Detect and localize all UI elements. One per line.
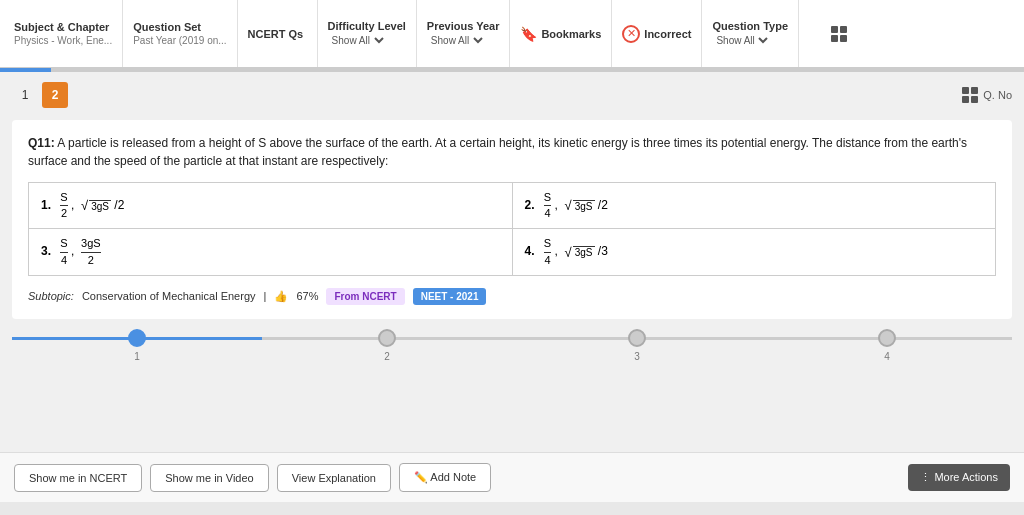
subject-chapter-item[interactable]: Subject & Chapter Physics - Work, Ene...: [4, 0, 123, 67]
view-explanation-button[interactable]: View Explanation: [277, 464, 391, 492]
progress-dot-1: [128, 329, 146, 347]
svg-rect-4: [962, 87, 969, 94]
option-4[interactable]: 4. S 4 , √ 3gS /3: [512, 229, 996, 275]
bookmarks-item[interactable]: 🔖 Bookmarks: [510, 0, 612, 67]
question-area: Q11: A particle is released from a heigh…: [12, 120, 1012, 319]
question-set-item[interactable]: Question Set Past Year (2019 on...: [123, 0, 237, 67]
step-label-3: 3: [634, 351, 640, 362]
question-text: Q11: A particle is released from a heigh…: [28, 134, 996, 170]
main-content: 1 2 Q. No Q11: A particle is released fr…: [0, 72, 1024, 452]
question-type-dropdown[interactable]: Show All: [712, 34, 771, 47]
svg-rect-5: [971, 87, 978, 94]
difficulty-level-label: Difficulty Level: [328, 20, 406, 32]
edit-icon: ✏️: [414, 471, 430, 483]
show-video-button[interactable]: Show me in Video: [150, 464, 268, 492]
option-1[interactable]: 1. S 2 , √ 3gS /2: [29, 183, 513, 229]
show-ncert-button[interactable]: Show me in NCERT: [14, 464, 142, 492]
progress-step-1: 1: [12, 329, 262, 362]
subtopic-label: Subtopic:: [28, 290, 74, 302]
progress-dot-4: [878, 329, 896, 347]
toolbar: Subject & Chapter Physics - Work, Ene...…: [0, 0, 1024, 68]
step-label-1: 1: [134, 351, 140, 362]
svg-rect-2: [831, 35, 838, 42]
more-icon: ⋮: [920, 471, 934, 483]
step-label-2: 2: [384, 351, 390, 362]
bookmark-icon: 🔖: [520, 26, 537, 42]
more-actions-button[interactable]: ⋮ More Actions: [908, 464, 1010, 491]
option-3[interactable]: 3. S 4 , 3gS 2: [29, 229, 513, 275]
question-body: A particle is released from a height of …: [28, 136, 967, 168]
ncert-qs-label: NCERT Qs: [248, 28, 307, 40]
svg-rect-6: [962, 96, 969, 103]
incorrect-icon: ✕: [622, 25, 640, 43]
question-type-label: Question Type: [712, 20, 788, 32]
q-count-label: Q. No: [983, 89, 1012, 101]
tag-neet: NEET - 2021: [413, 288, 487, 305]
step-label-4: 4: [884, 351, 890, 362]
subject-chapter-label: Subject & Chapter: [14, 21, 112, 33]
progress-step-2: 2: [262, 329, 512, 362]
progress-step-4: 4: [762, 329, 1012, 362]
subject-chapter-sublabel: Physics - Work, Ene...: [14, 35, 112, 46]
difficulty-dropdown[interactable]: Show All: [328, 34, 387, 47]
svg-rect-7: [971, 96, 978, 103]
progress-step-3: 3: [512, 329, 762, 362]
tag-ncert: From NCERT: [326, 288, 404, 305]
svg-rect-3: [840, 35, 847, 42]
grid-toggle-item[interactable]: [799, 0, 879, 67]
difficulty-level-item[interactable]: Difficulty Level Show All: [318, 0, 417, 67]
subtopic-row: Subtopic: Conservation of Mechanical Ene…: [28, 288, 996, 305]
previous-year-item[interactable]: Previous Year Show All: [417, 0, 511, 67]
previous-year-label: Previous Year: [427, 20, 500, 32]
question-set-sublabel: Past Year (2019 on...: [133, 35, 226, 46]
incorrect-label: Incorrect: [644, 28, 691, 40]
progress-dot-3: [628, 329, 646, 347]
q-count: Q. No: [961, 86, 1012, 104]
accuracy-val: 67%: [296, 290, 318, 302]
ncert-qs-item[interactable]: NCERT Qs: [238, 0, 318, 67]
option-2[interactable]: 2. S 4 , √ 3gS /2: [512, 183, 996, 229]
svg-rect-1: [840, 26, 847, 33]
grid-icon: [830, 25, 848, 43]
question-number: Q11:: [28, 136, 55, 150]
incorrect-item[interactable]: ✕ Incorrect: [612, 0, 702, 67]
page-1[interactable]: 1: [12, 82, 38, 108]
progress-section: 1 2 3 4: [12, 329, 1012, 362]
accuracy-icon: 👍: [274, 290, 288, 303]
page-2[interactable]: 2: [42, 82, 68, 108]
bottom-bar: Show me in NCERT Show me in Video View E…: [0, 452, 1024, 502]
progress-dot-2: [378, 329, 396, 347]
add-note-button[interactable]: ✏️ Add Note: [399, 463, 491, 492]
question-type-item[interactable]: Question Type Show All: [702, 0, 799, 67]
question-set-label: Question Set: [133, 21, 226, 33]
page-numbers: 1 2: [12, 82, 68, 108]
bookmarks-label: Bookmarks: [541, 28, 601, 40]
subtopic-value: Conservation of Mechanical Energy: [82, 290, 256, 302]
previous-year-dropdown[interactable]: Show All: [427, 34, 486, 47]
options-table: 1. S 2 , √ 3gS /2 2. S 4: [28, 182, 996, 276]
svg-rect-0: [831, 26, 838, 33]
q-count-grid-icon: [961, 86, 979, 104]
separator: |: [264, 290, 267, 302]
top-row: 1 2 Q. No: [12, 82, 1012, 108]
